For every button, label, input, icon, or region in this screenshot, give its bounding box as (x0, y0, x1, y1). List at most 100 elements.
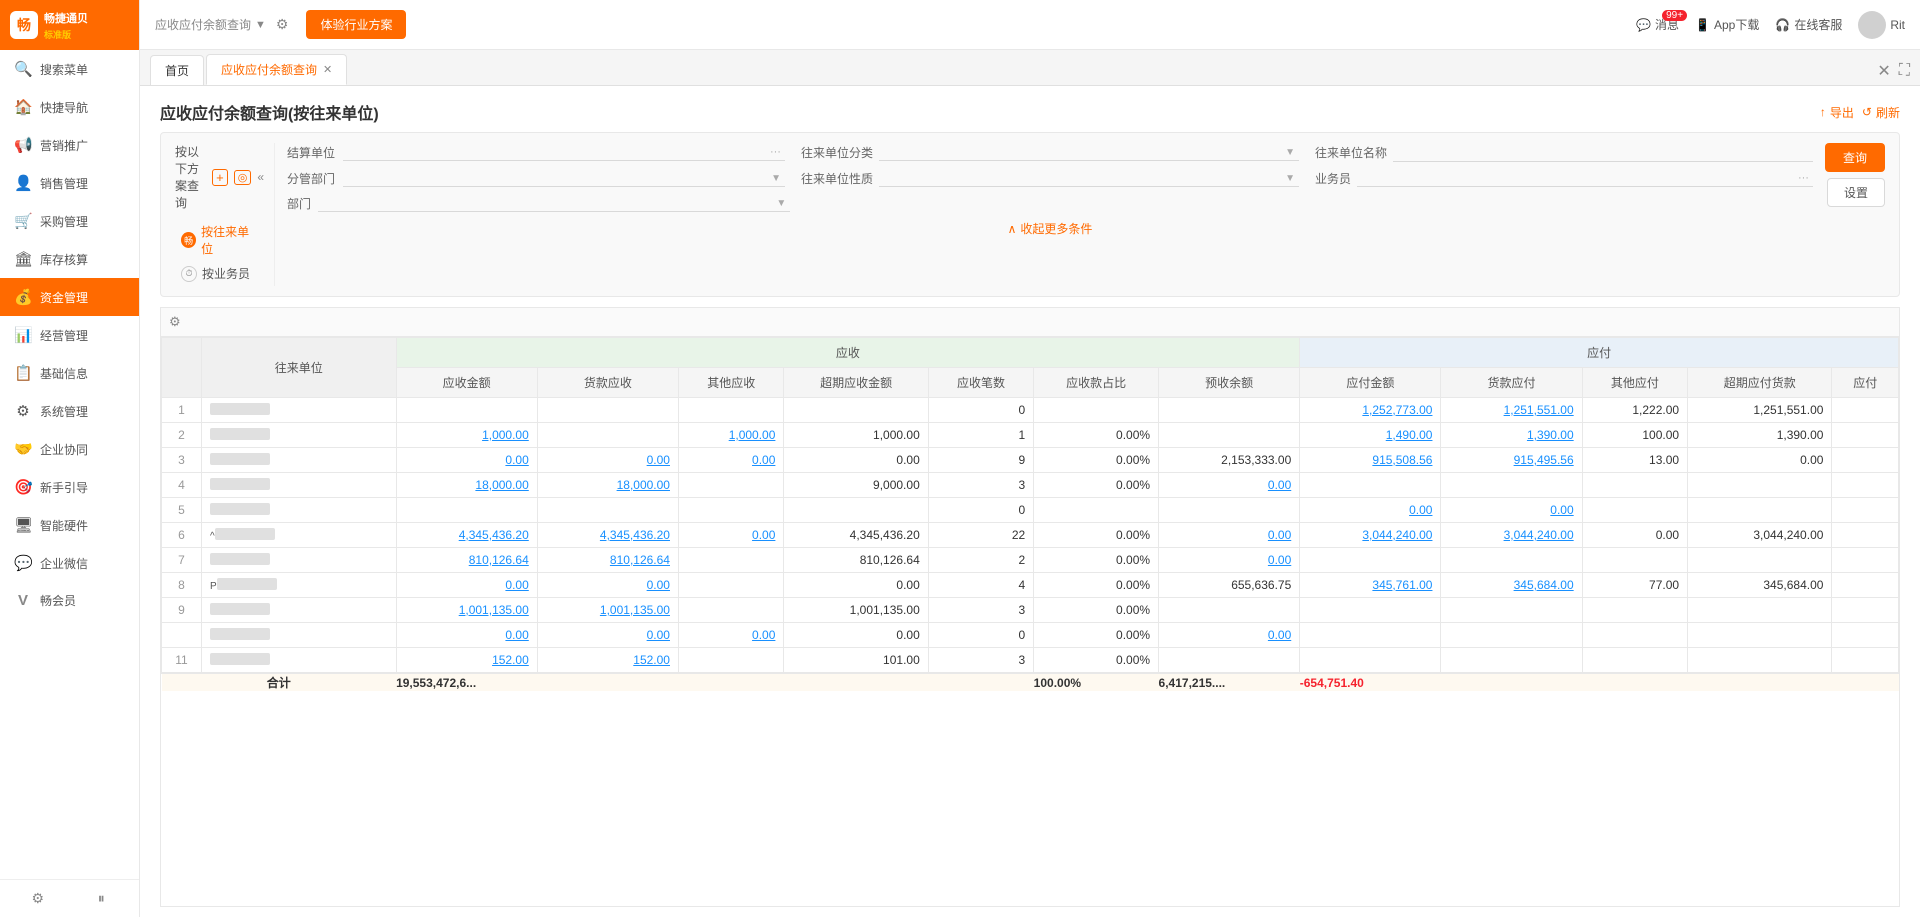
col-partner-header: 往来单位 (202, 338, 397, 398)
topbar-settings-icon[interactable]: ⚙ (276, 16, 289, 33)
table-row: 1 0 1,252,773.00 1,251,551.00 1, (162, 398, 1899, 423)
refresh-btn[interactable]: ↺ 刷新 (1862, 104, 1900, 121)
sidebar-item-label: 搜索菜单 (40, 61, 88, 78)
cell-overdue-payable: 1,390.00 (1688, 423, 1832, 448)
cell-other-payable: 77.00 (1582, 573, 1687, 598)
payable-amount-link[interactable]: 1,252,773.00 (1362, 403, 1432, 417)
tab-actions: ✕ ⛶ (1877, 61, 1910, 85)
sidebar-item-capital[interactable]: 💰 资金管理 (0, 278, 139, 316)
footer-receivable-amount: 19,553,472,6... (396, 673, 537, 691)
online-service-btn[interactable]: 🎧 在线客服 (1775, 16, 1842, 33)
cell-goods-payable: 0.00 (1441, 498, 1582, 523)
sidebar-item-system[interactable]: ⚙ 系统管理 (0, 392, 139, 430)
sidebar-item-enterprise[interactable]: 🤝 企业协同 (0, 430, 139, 468)
goods-payable-link[interactable]: 1,251,551.00 (1504, 403, 1574, 417)
basic-icon: 📋 (14, 364, 32, 382)
cell-goods-receivable: 4,345,436.20 (537, 523, 678, 548)
sidebar-item-member[interactable]: V 畅会员 (0, 582, 139, 619)
footer-other-receivable (678, 673, 783, 691)
table-row: 9 1,001,135.00 1,001,135.00 1,001,135.00… (162, 598, 1899, 623)
settlement-input[interactable]: ··· (343, 144, 785, 161)
partner-nature-select[interactable]: ▼ (879, 171, 1299, 187)
user-avatar-area[interactable]: Rit (1858, 11, 1905, 39)
cell-payable-suffix (1832, 523, 1899, 548)
footer-receivable-ratio: 100.00% (1034, 673, 1159, 691)
settlement-label: 结算单位 (287, 144, 337, 161)
settings-bottom-btn[interactable]: ⚙ (10, 890, 66, 907)
sidebar-item-purchase[interactable]: 🛒 采购管理 (0, 202, 139, 240)
collapse-chevron-icon: ∧ (1008, 222, 1017, 236)
sidebar-item-wechat[interactable]: 💬 企业微信 (0, 544, 139, 582)
filter-circle-btn[interactable]: ◎ (234, 170, 252, 185)
tab-close-window-icon[interactable]: ✕ (1877, 61, 1890, 81)
online-service-label: 在线客服 (1794, 16, 1842, 33)
salesman-dots-icon: ··· (1798, 172, 1809, 184)
dept-select[interactable]: ▼ (343, 171, 785, 187)
masked-partner (210, 428, 270, 440)
sidebar-item-sales[interactable]: 👤 销售管理 (0, 164, 139, 202)
breadcrumb-expand-icon[interactable]: ▼ (255, 19, 266, 31)
dept-chevron-icon: ▼ (771, 173, 781, 184)
query-btn[interactable]: 查询 (1825, 143, 1885, 172)
tab-home[interactable]: 首页 (150, 55, 204, 85)
filter-view-salesman[interactable]: ⏱ 按业务员 (175, 261, 264, 286)
table-footer-row: 合计 19,553,472,6... 100.00% 6,417,215....… (162, 673, 1899, 691)
breadcrumb-text: 应收应付余额查询 (155, 16, 251, 33)
tab-receivable[interactable]: 应收应付余额查询 ✕ (206, 54, 347, 85)
cell-goods-payable (1441, 623, 1582, 648)
partner-category-select[interactable]: ▼ (879, 145, 1299, 161)
settings-btn[interactable]: 设置 (1827, 178, 1885, 207)
app-download-btn[interactable]: 📱 App下载 (1695, 16, 1759, 33)
sidebar-item-guide[interactable]: 🎯 新手引导 (0, 468, 139, 506)
tab-maximize-icon[interactable]: ⛶ (1899, 62, 1910, 80)
cell-receivable-amount: 152.00 (396, 648, 537, 674)
trial-btn[interactable]: 体验行业方案 (306, 10, 406, 39)
partner-category-chevron-icon: ▼ (1285, 147, 1295, 158)
table-row: 4 18,000.00 18,000.00 9,000.00 3 0.00% 0… (162, 473, 1899, 498)
messages-btn[interactable]: 💬 消息 99+ (1636, 16, 1679, 33)
division-label: 部门 (287, 195, 312, 212)
sidebar-item-smart[interactable]: 🖥 智能硬件 (0, 506, 139, 544)
sidebar-item-marketing[interactable]: 📢 营销推广 (0, 126, 139, 164)
sidebar-item-label: 销售管理 (40, 175, 88, 192)
sidebar-item-label: 采购管理 (40, 213, 88, 230)
capital-icon: 💰 (14, 288, 32, 306)
filter-add-btn[interactable]: + (212, 169, 228, 186)
cell-receivable-ratio (1034, 398, 1159, 423)
sidebar-item-search[interactable]: 🔍 搜索菜单 (0, 50, 139, 88)
footer-payable-amount: -654,751.40 (1300, 673, 1441, 691)
export-btn[interactable]: ↑ 导出 (1820, 104, 1854, 121)
cell-receivable-amount: 0.00 (396, 448, 537, 473)
col-receivable-ratio-header: 应收款占比 (1034, 368, 1159, 398)
sidebar-item-quick-nav[interactable]: 🏠 快捷导航 (0, 88, 139, 126)
cell-overdue-payable (1688, 498, 1832, 523)
tab-close-icon[interactable]: ✕ (323, 63, 332, 76)
cell-overdue-payable: 0.00 (1688, 448, 1832, 473)
collapse-sidebar-btn[interactable]: ⏸ (74, 890, 130, 907)
cell-receivable-count: 4 (928, 573, 1033, 598)
filter-view-partner[interactable]: 畅 按往来单位 (175, 219, 264, 261)
division-select[interactable]: ▼ (318, 196, 790, 212)
filter-collapse-left-btn[interactable]: « (257, 170, 264, 184)
sidebar-item-inventory[interactable]: 🏛 库存核算 (0, 240, 139, 278)
collapse-btn[interactable]: ∧ 收起更多条件 (287, 216, 1813, 237)
data-table: 往来单位 应收 应付 应收金额 货款应收 其他应收 超期应收金额 应收笔数 应收… (161, 337, 1899, 691)
col-group-receivable-header: 应收 (396, 338, 1300, 368)
cell-receivable-amount (396, 398, 537, 423)
col-receivable-count-header: 应收笔数 (928, 368, 1033, 398)
cell-receivable-count: 3 (928, 473, 1033, 498)
cell-payable-suffix (1832, 448, 1899, 473)
salesman-input[interactable]: ··· (1357, 170, 1813, 187)
refresh-icon: ↺ (1862, 105, 1872, 119)
cell-advance-balance (1159, 598, 1300, 623)
cell-other-payable: 100.00 (1582, 423, 1687, 448)
partner-name-input[interactable] (1393, 143, 1813, 162)
table-row: 11 152.00 152.00 101.00 3 0.00% (162, 648, 1899, 674)
cell-goods-payable (1441, 598, 1582, 623)
sidebar-item-operation[interactable]: 📊 经营管理 (0, 316, 139, 354)
inventory-icon: 🏛 (14, 250, 32, 268)
sidebar-item-label: 新手引导 (40, 479, 88, 496)
cell-receivable-amount: 18,000.00 (396, 473, 537, 498)
table-settings-icon[interactable]: ⚙ (169, 314, 181, 330)
sidebar-item-basic[interactable]: 📋 基础信息 (0, 354, 139, 392)
